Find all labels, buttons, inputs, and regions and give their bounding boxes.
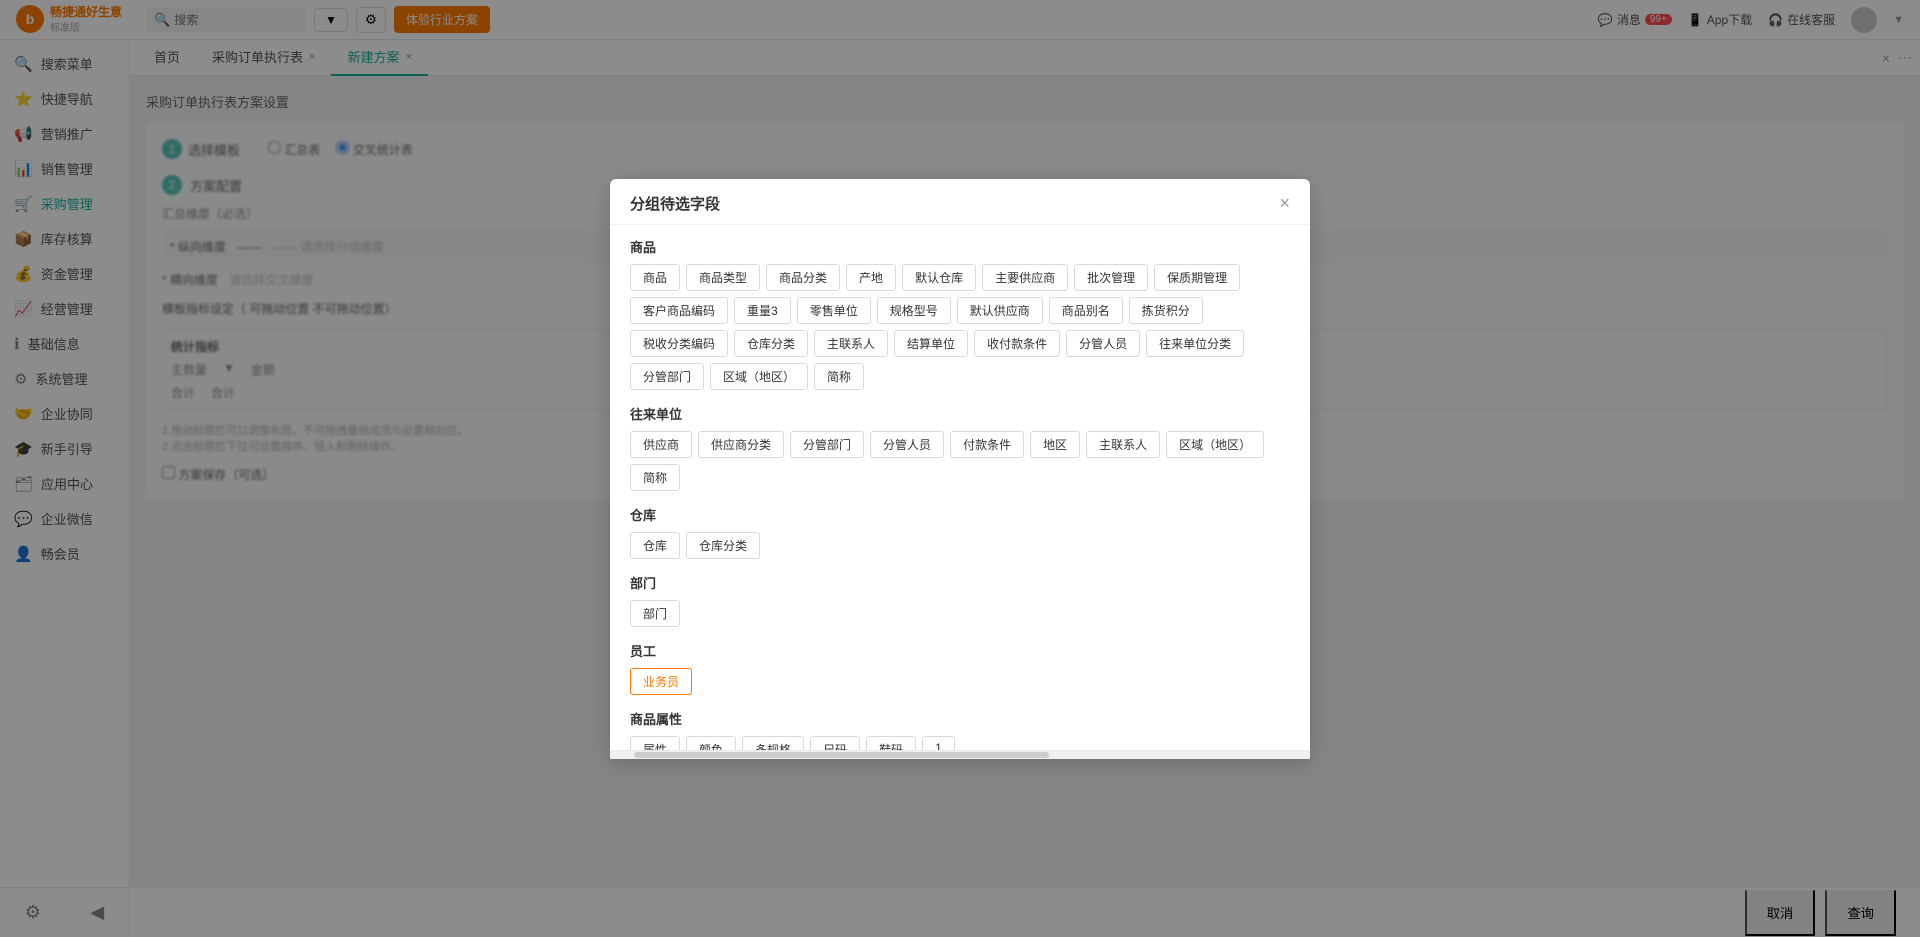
field-tag[interactable]: 主联系人 (814, 330, 888, 357)
field-tag[interactable]: 默认仓库 (902, 264, 976, 291)
field-tag[interactable]: 尺码 (810, 736, 860, 750)
modal-header: 分组待选字段 × (610, 179, 1310, 225)
modal-close-button[interactable]: × (1279, 193, 1290, 214)
field-tag[interactable]: 颜色 (686, 736, 736, 750)
section-department: 部门 部门 (630, 573, 1290, 627)
field-tag[interactable]: 产地 (846, 264, 896, 291)
field-tag[interactable]: 商品别名 (1049, 297, 1123, 324)
modal-horizontal-scrollbar[interactable] (610, 750, 1310, 759)
field-tag[interactable]: 往来单位分类 (1146, 330, 1244, 357)
field-tag[interactable]: 默认供应商 (957, 297, 1043, 324)
field-tag[interactable]: 业务员 (630, 668, 692, 695)
section-department-title: 部门 (630, 573, 1290, 592)
section-products-title: 商品 (630, 237, 1290, 256)
field-tag[interactable]: 拣货积分 (1129, 297, 1203, 324)
field-tag[interactable]: 主要供应商 (982, 264, 1068, 291)
section-product-attr: 商品属性 属性 颜色 多规格 尺码 鞋码 1 (630, 709, 1290, 750)
field-tag[interactable]: 简称 (814, 363, 864, 390)
field-tag[interactable]: 简称 (630, 464, 680, 491)
field-tag[interactable]: 仓库分类 (686, 532, 760, 559)
section-warehouse-fields: 仓库 仓库分类 (630, 532, 1290, 559)
section-employee: 员工 业务员 (630, 641, 1290, 695)
field-tag[interactable]: 商品分类 (766, 264, 840, 291)
section-product-attr-title: 商品属性 (630, 709, 1290, 728)
field-tag[interactable]: 仓库 (630, 532, 680, 559)
modal-title: 分组待选字段 (630, 193, 720, 214)
section-partners-title: 往来单位 (630, 404, 1290, 423)
field-tag[interactable]: 批次管理 (1074, 264, 1148, 291)
field-tag[interactable]: 保质期管理 (1154, 264, 1240, 291)
field-tag[interactable]: 区域（地区） (1166, 431, 1264, 458)
horizontal-scroll-thumb (634, 752, 1049, 758)
field-tag[interactable]: 分管部门 (630, 363, 704, 390)
field-tag[interactable]: 商品类型 (686, 264, 760, 291)
field-tag[interactable]: 零售单位 (797, 297, 871, 324)
section-partners: 往来单位 供应商 供应商分类 分管部门 分管人员 付款条件 地区 主联系人 区域… (630, 404, 1290, 491)
field-tag[interactable]: 收付款条件 (974, 330, 1060, 357)
section-products: 商品 商品 商品类型 商品分类 产地 默认仓库 主要供应商 批次管理 保质期管理… (630, 237, 1290, 390)
field-tag[interactable]: 主联系人 (1086, 431, 1160, 458)
section-partners-fields: 供应商 供应商分类 分管部门 分管人员 付款条件 地区 主联系人 区域（地区） … (630, 431, 1290, 491)
field-tag[interactable]: 重量3 (734, 297, 791, 324)
field-tag[interactable]: 地区 (1030, 431, 1080, 458)
modal-dialog: 分组待选字段 × 商品 商品 商品类型 商品分类 产地 默认仓库 主要供应商 批… (610, 179, 1310, 759)
section-department-fields: 部门 (630, 600, 1290, 627)
field-tag[interactable]: 客户商品编码 (630, 297, 728, 324)
section-product-attr-fields: 属性 颜色 多规格 尺码 鞋码 1 (630, 736, 1290, 750)
field-tag[interactable]: 付款条件 (950, 431, 1024, 458)
section-employee-fields: 业务员 (630, 668, 1290, 695)
section-warehouse: 仓库 仓库 仓库分类 (630, 505, 1290, 559)
section-warehouse-title: 仓库 (630, 505, 1290, 524)
field-tag[interactable]: 多规格 (742, 736, 804, 750)
field-tag[interactable]: 分管部门 (790, 431, 864, 458)
section-employee-title: 员工 (630, 641, 1290, 660)
field-tag[interactable]: 结算单位 (894, 330, 968, 357)
section-products-fields: 商品 商品类型 商品分类 产地 默认仓库 主要供应商 批次管理 保质期管理 客户… (630, 264, 1290, 390)
field-tag[interactable]: 属性 (630, 736, 680, 750)
modal-body: 商品 商品 商品类型 商品分类 产地 默认仓库 主要供应商 批次管理 保质期管理… (610, 225, 1310, 750)
field-tag[interactable]: 税收分类编码 (630, 330, 728, 357)
modal-overlay: 分组待选字段 × 商品 商品 商品类型 商品分类 产地 默认仓库 主要供应商 批… (0, 0, 1920, 937)
field-tag[interactable]: 仓库分类 (734, 330, 808, 357)
field-tag[interactable]: 供应商 (630, 431, 692, 458)
field-tag[interactable]: 分管人员 (1066, 330, 1140, 357)
field-tag[interactable]: 鞋码 (866, 736, 916, 750)
field-tag[interactable]: 分管人员 (870, 431, 944, 458)
field-tag[interactable]: 规格型号 (877, 297, 951, 324)
field-tag[interactable]: 1 (922, 736, 955, 750)
field-tag[interactable]: 供应商分类 (698, 431, 784, 458)
field-tag[interactable]: 部门 (630, 600, 680, 627)
field-tag[interactable]: 商品 (630, 264, 680, 291)
field-tag[interactable]: 区域（地区） (710, 363, 808, 390)
